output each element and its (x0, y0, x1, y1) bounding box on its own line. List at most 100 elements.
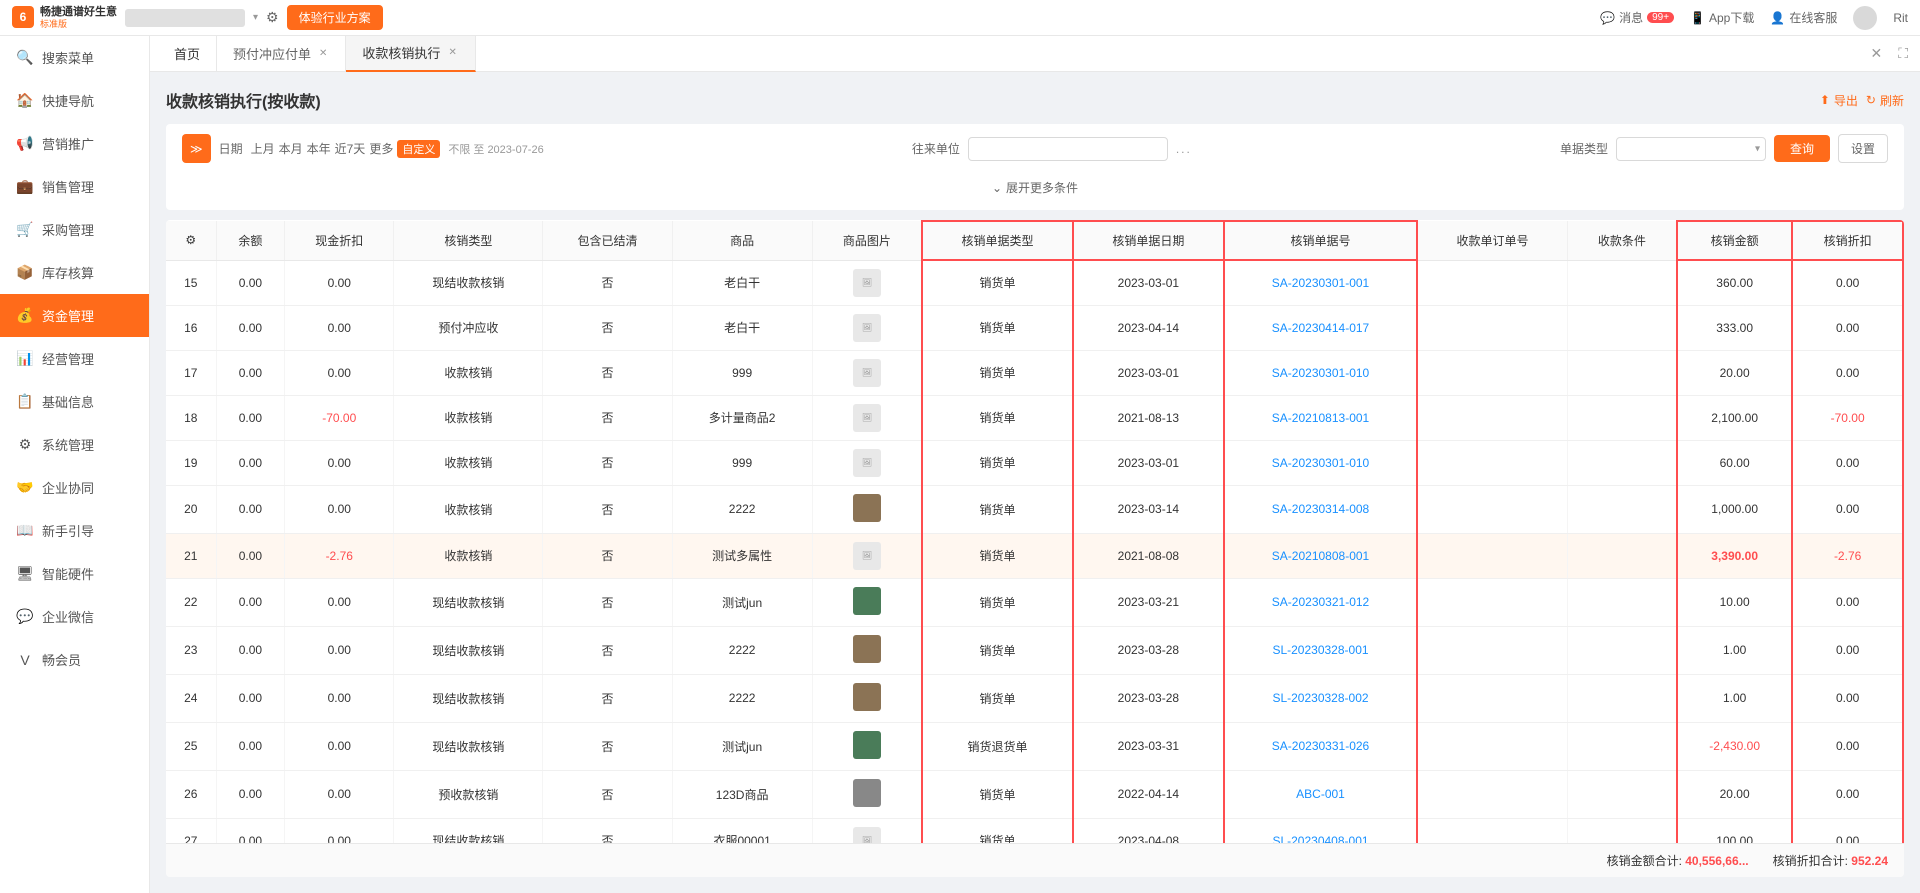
trial-button[interactable]: 体验行业方案 (287, 5, 383, 30)
cell-writeoff-bill-no[interactable]: SA-20210808-001 (1224, 533, 1417, 578)
cell-writeoff-bill-no[interactable]: SA-20230301-010 (1224, 440, 1417, 485)
page-title: 收款核销执行(按收款) (166, 88, 321, 112)
app-download-btn[interactable]: 📱 App下载 (1690, 9, 1754, 26)
cell-include-settled: 否 (543, 485, 672, 533)
sidebar-item-label: 销售管理 (42, 177, 94, 196)
sidebar-item-marketing[interactable]: 📢 营销推广 (0, 122, 149, 165)
writeoff-bill-link[interactable]: SA-20230301-010 (1272, 456, 1369, 470)
writeoff-bill-link[interactable]: ABC-001 (1296, 787, 1345, 801)
refresh-label: 刷新 (1880, 92, 1904, 109)
tab-expand-icon[interactable]: ⛶ (1894, 41, 1912, 66)
setting-button[interactable]: 设置 (1838, 134, 1888, 163)
table-row: 20 0.00 0.00 收款核销 否 2222 销货单 2023-03-14 … (166, 485, 1903, 533)
sidebar-item-purchase[interactable]: 🛒 采购管理 (0, 208, 149, 251)
tab-prepay-close[interactable]: ✕ (317, 46, 329, 61)
sidebar-item-management[interactable]: 📊 经营管理 (0, 337, 149, 380)
date-7days[interactable]: 近7天 (335, 140, 366, 157)
th-settings[interactable]: ⚙ (166, 221, 216, 260)
sidebar-item-collab[interactable]: 🤝 企业协同 (0, 466, 149, 509)
query-button[interactable]: 查询 (1774, 135, 1830, 162)
sidebar-item-inventory[interactable]: 📦 库存核算 (0, 251, 149, 294)
avatar[interactable] (1853, 6, 1877, 30)
date-last-month[interactable]: 上月 (251, 140, 275, 157)
cell-writeoff-amount: 2,100.00 (1677, 395, 1792, 440)
writeoff-bill-link[interactable]: SA-20230331-026 (1272, 739, 1369, 753)
writeoff-bill-link[interactable]: SL-20230408-001 (1272, 834, 1368, 844)
sidebar-item-nav[interactable]: 🏠 快捷导航 (0, 79, 149, 122)
cell-writeoff-bill-no[interactable]: SL-20230328-001 (1224, 626, 1417, 674)
cell-product: 多计量商品2 (672, 395, 812, 440)
cell-id: 26 (166, 770, 216, 818)
cell-product: 123D商品 (672, 770, 812, 818)
tab-close-all-icon[interactable]: ✕ (1866, 41, 1886, 66)
sidebar-item-member[interactable]: V 畅会员 (0, 638, 149, 681)
filter-dots: ... (1176, 142, 1192, 156)
writeoff-bill-link[interactable]: SL-20230328-001 (1272, 643, 1368, 657)
tab-writeoff-close[interactable]: ✕ (446, 45, 458, 60)
cell-writeoff-bill-no[interactable]: SA-20230301-001 (1224, 260, 1417, 305)
tab-prepay[interactable]: 预付冲应付单 ✕ (217, 36, 346, 72)
sidebar-item-sales[interactable]: 💼 销售管理 (0, 165, 149, 208)
cell-writeoff-bill-no[interactable]: SA-20230301-010 (1224, 350, 1417, 395)
table-scroll[interactable]: ⚙ 余额 现金折扣 核销类型 包含已结清 商品 商品图片 核销单据类型 核销单据… (166, 220, 1904, 843)
cell-write-off-type: 收款核销 (394, 533, 543, 578)
date-more[interactable]: 更多 (369, 140, 393, 157)
writeoff-bill-link[interactable]: SA-20230314-008 (1272, 502, 1369, 516)
date-this-year[interactable]: 本年 (307, 140, 331, 157)
cell-id: 20 (166, 485, 216, 533)
sidebar-item-basic-info[interactable]: 📋 基础信息 (0, 380, 149, 423)
brand-name: 畅捷通谱好生意 (40, 6, 117, 19)
cell-writeoff-bill-no[interactable]: SA-20210813-001 (1224, 395, 1417, 440)
th-writeoff-amount: 核销金额 (1677, 221, 1792, 260)
cell-id: 16 (166, 305, 216, 350)
filter-expand-button[interactable]: ≫ (182, 134, 211, 163)
sidebar-item-wechat[interactable]: 💬 企业微信 (0, 595, 149, 638)
cell-writeoff-amount: 1,000.00 (1677, 485, 1792, 533)
writeoff-bill-link[interactable]: SA-20230414-017 (1272, 321, 1369, 335)
cell-receipt-condition (1567, 626, 1677, 674)
writeoff-bill-link[interactable]: SL-20230328-002 (1272, 691, 1368, 705)
writeoff-bill-link[interactable]: SA-20230321-012 (1272, 595, 1369, 609)
tab-home[interactable]: 首页 (158, 36, 217, 72)
cell-receipt-condition (1567, 395, 1677, 440)
cell-balance: 0.00 (216, 674, 285, 722)
cell-receipt-condition (1567, 770, 1677, 818)
th-writeoff-bill-no: 核销单据号 (1224, 221, 1417, 260)
cell-id: 18 (166, 395, 216, 440)
writeoff-bill-link[interactable]: SA-20210813-001 (1272, 411, 1369, 425)
cell-writeoff-bill-no[interactable]: SA-20230331-026 (1224, 722, 1417, 770)
table-row: 23 0.00 0.00 现结收款核销 否 2222 销货单 2023-03-2… (166, 626, 1903, 674)
online-service-btn[interactable]: 👤 在线客服 (1770, 9, 1837, 26)
export-button[interactable]: ⬆ 导出 (1820, 92, 1858, 109)
cell-writeoff-bill-no[interactable]: ABC-001 (1224, 770, 1417, 818)
date-this-month[interactable]: 本月 (279, 140, 303, 157)
cell-writeoff-bill-no[interactable]: SL-20230408-001 (1224, 818, 1417, 843)
sidebar-item-hardware[interactable]: 🖥 智能硬件 (0, 552, 149, 595)
cell-writeoff-bill-no[interactable]: SL-20230328-002 (1224, 674, 1417, 722)
tab-writeoff[interactable]: 收款核销执行 ✕ (346, 36, 475, 72)
cell-balance: 0.00 (216, 485, 285, 533)
notification-btn[interactable]: 💬 消息 99+ (1600, 9, 1674, 26)
expand-more-conditions[interactable]: ⌄ 展开更多条件 (182, 175, 1888, 200)
cell-writeoff-bill-no[interactable]: SA-20230414-017 (1224, 305, 1417, 350)
writeoff-bill-link[interactable]: SA-20210808-001 (1272, 549, 1369, 563)
settings-icon[interactable]: ⚙ (266, 9, 279, 26)
sidebar-item-finance[interactable]: 💰 资金管理 (0, 294, 149, 337)
cell-product-image: 🖼 (812, 350, 922, 395)
cell-writeoff-amount: -2,430.00 (1677, 722, 1792, 770)
writeoff-bill-link[interactable]: SA-20230301-001 (1272, 276, 1369, 290)
dropdown-icon[interactable]: ▾ (253, 12, 258, 23)
sidebar-item-search[interactable]: 🔍 搜索菜单 (0, 36, 149, 79)
counterpart-input[interactable] (968, 137, 1168, 161)
order-type-select[interactable]: 销货单 销货退货单 (1616, 137, 1766, 161)
refresh-button[interactable]: ↻ 刷新 (1866, 92, 1904, 109)
cell-product-image: 🖼 (812, 395, 922, 440)
chart-icon: 📊 (16, 350, 34, 368)
sidebar-item-system[interactable]: ⚙ 系统管理 (0, 423, 149, 466)
cell-writeoff-bill-no[interactable]: SA-20230314-008 (1224, 485, 1417, 533)
cell-writeoff-bill-no[interactable]: SA-20230321-012 (1224, 578, 1417, 626)
cell-cash-discount: -2.76 (285, 533, 394, 578)
date-custom-badge[interactable]: 自定义 (397, 140, 440, 158)
sidebar-item-guide[interactable]: 📖 新手引导 (0, 509, 149, 552)
writeoff-bill-link[interactable]: SA-20230301-010 (1272, 366, 1369, 380)
